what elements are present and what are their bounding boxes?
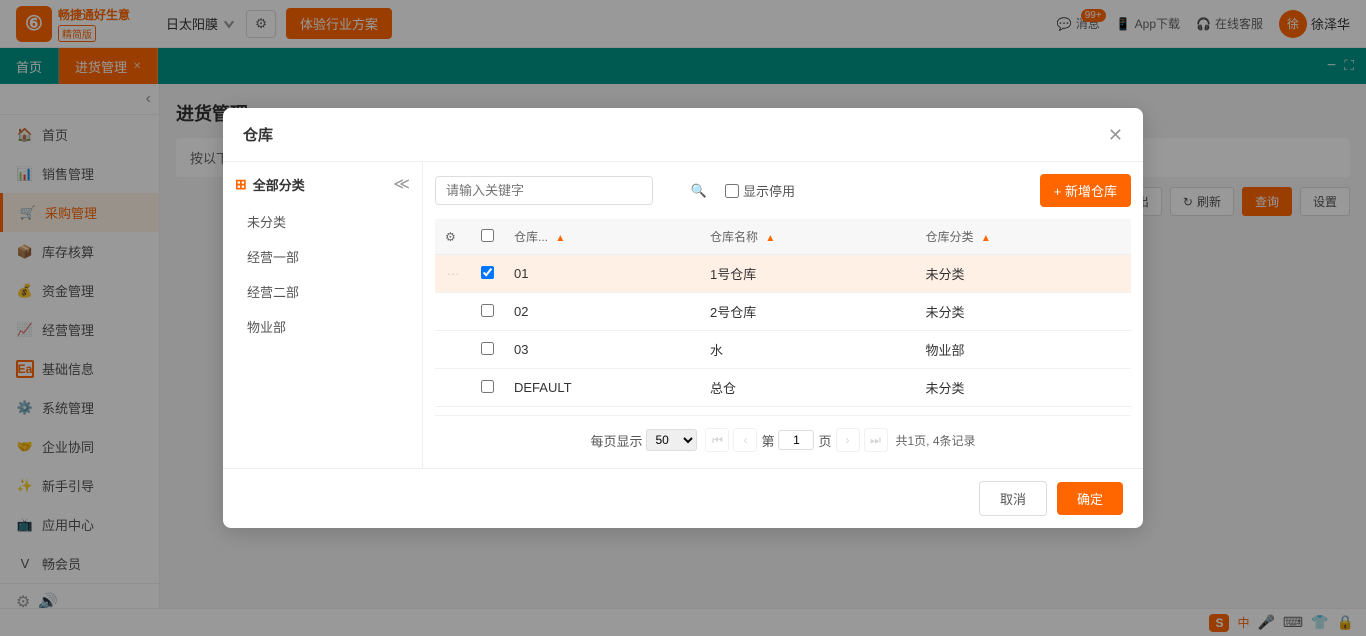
search-wrap: 🔍: [435, 176, 715, 205]
per-page-label: 每页显示: [590, 431, 642, 450]
sort-icon-cat: ▲: [981, 233, 991, 244]
col-checkbox: [471, 219, 504, 255]
col-settings: ⚙: [435, 219, 471, 255]
sort-icon-code: ▲: [555, 233, 565, 244]
row-name-cell-2: 水: [700, 331, 915, 369]
page-last-button[interactable]: ⏭: [864, 428, 888, 452]
row-select-cb-3[interactable]: [481, 380, 494, 393]
show-disabled-checkbox[interactable]: [725, 184, 739, 198]
category-collapse-icon[interactable]: ≪: [393, 174, 410, 194]
row-checkbox-cell-2[interactable]: [471, 331, 504, 369]
row-checkbox-cell-0[interactable]: [471, 255, 504, 293]
all-categories-item[interactable]: ⊞ 全部分类: [235, 175, 305, 194]
add-warehouse-button[interactable]: + 新增仓库: [1040, 174, 1131, 207]
col-name-header: 仓库名称 ▲: [700, 219, 915, 255]
category-item-3[interactable]: 物业部: [223, 309, 422, 344]
row-actions-2: [435, 331, 471, 369]
category-item-0[interactable]: 未分类: [223, 204, 422, 239]
dialog-close-button[interactable]: ✕: [1108, 126, 1123, 144]
row-code-cell-1: 02: [504, 293, 700, 331]
show-disabled-label: 显示停用: [743, 181, 795, 200]
row-name-cell-1: 2号仓库: [700, 293, 915, 331]
table-row[interactable]: ··· 01 1号仓库 未分类: [435, 255, 1131, 293]
page-unit: 页: [818, 431, 831, 450]
dialog-categories: ⊞ 全部分类 ≪ 未分类 经营一部 经营二部 物业: [223, 162, 423, 468]
dialog-footer: 取消 确定: [223, 468, 1143, 528]
dialog-main: 🔍 显示停用 + 新增仓库: [423, 162, 1143, 468]
row-name-cell-3: 总仓: [700, 369, 915, 407]
row-select-cb-2[interactable]: [481, 342, 494, 355]
row-more-icon-${i}[interactable]: ···: [447, 266, 460, 281]
dialog-category-header: ⊞ 全部分类 ≪: [223, 174, 422, 204]
col-code-header: 仓库... ▲: [504, 219, 700, 255]
page-number-input[interactable]: [778, 430, 814, 450]
search-icon[interactable]: 🔍: [691, 183, 707, 199]
row-code-cell-3: DEFAULT: [504, 369, 700, 407]
row-cat-cell-1: 未分类: [916, 293, 1132, 331]
row-name-cell-0: 1号仓库: [700, 255, 915, 293]
dialog-toolbar: 🔍 显示停用 + 新增仓库: [435, 174, 1131, 207]
row-checkbox-cell-3[interactable]: [471, 369, 504, 407]
dialog-pagination: 每页显示 50 10 20 100 ⏮ ‹ 第: [435, 415, 1131, 456]
page-navigation: ⏮ ‹ 第 页 › ⏭: [705, 428, 887, 452]
row-actions-1: [435, 293, 471, 331]
row-code-cell-2: 03: [504, 331, 700, 369]
page-first-button[interactable]: ⏮: [705, 428, 729, 452]
col-category-header: 仓库分类 ▲: [916, 219, 1132, 255]
dialog-title: 仓库: [243, 124, 273, 145]
confirm-button[interactable]: 确定: [1057, 482, 1123, 515]
table-row[interactable]: DEFAULT 总仓 未分类: [435, 369, 1131, 407]
per-page-dropdown[interactable]: 50 10 20 100: [646, 429, 697, 451]
all-categories-label: 全部分类: [253, 175, 305, 194]
row-actions-0: ···: [435, 255, 471, 293]
page-prev-button[interactable]: ‹: [733, 428, 757, 452]
dialog-body: ⊞ 全部分类 ≪ 未分类 经营一部 经营二部 物业: [223, 162, 1143, 468]
row-actions-3: [435, 369, 471, 407]
page-next-button[interactable]: ›: [836, 428, 860, 452]
row-select-cb-1[interactable]: [481, 304, 494, 317]
dialog-header: 仓库 ✕: [223, 108, 1143, 162]
warehouse-dialog: 仓库 ✕ ⊞ 全部分类 ≪ 未分类: [223, 108, 1143, 528]
category-item-1[interactable]: 经营一部: [223, 239, 422, 274]
row-cat-cell-0: 未分类: [916, 255, 1132, 293]
per-page-select: 每页显示 50 10 20 100: [590, 429, 697, 451]
cancel-button[interactable]: 取消: [979, 481, 1047, 516]
row-cat-cell-3: 未分类: [916, 369, 1132, 407]
row-code-cell-0: 01: [504, 255, 700, 293]
select-all-checkbox[interactable]: [481, 229, 494, 242]
grid-icon: ⊞: [235, 176, 247, 193]
search-input[interactable]: [435, 176, 653, 205]
row-cat-cell-2: 物业部: [916, 331, 1132, 369]
modal-overlay: 仓库 ✕ ⊞ 全部分类 ≪ 未分类: [0, 0, 1366, 636]
total-info: 共1页, 4条记录: [896, 432, 976, 449]
warehouse-table-wrap: ⚙ 仓库... ▲: [435, 219, 1131, 407]
table-row[interactable]: 03 水 物业部: [435, 331, 1131, 369]
col-gear-icon: ⚙: [445, 230, 456, 244]
warehouse-table: ⚙ 仓库... ▲: [435, 219, 1131, 407]
table-row[interactable]: 02 2号仓库 未分类: [435, 293, 1131, 331]
sort-icon-name: ▲: [765, 233, 775, 244]
show-disabled-toggle[interactable]: 显示停用: [725, 181, 795, 200]
page-label: 第: [761, 431, 774, 450]
row-select-cb-0[interactable]: [481, 266, 494, 279]
category-item-2[interactable]: 经营二部: [223, 274, 422, 309]
row-checkbox-cell-1[interactable]: [471, 293, 504, 331]
